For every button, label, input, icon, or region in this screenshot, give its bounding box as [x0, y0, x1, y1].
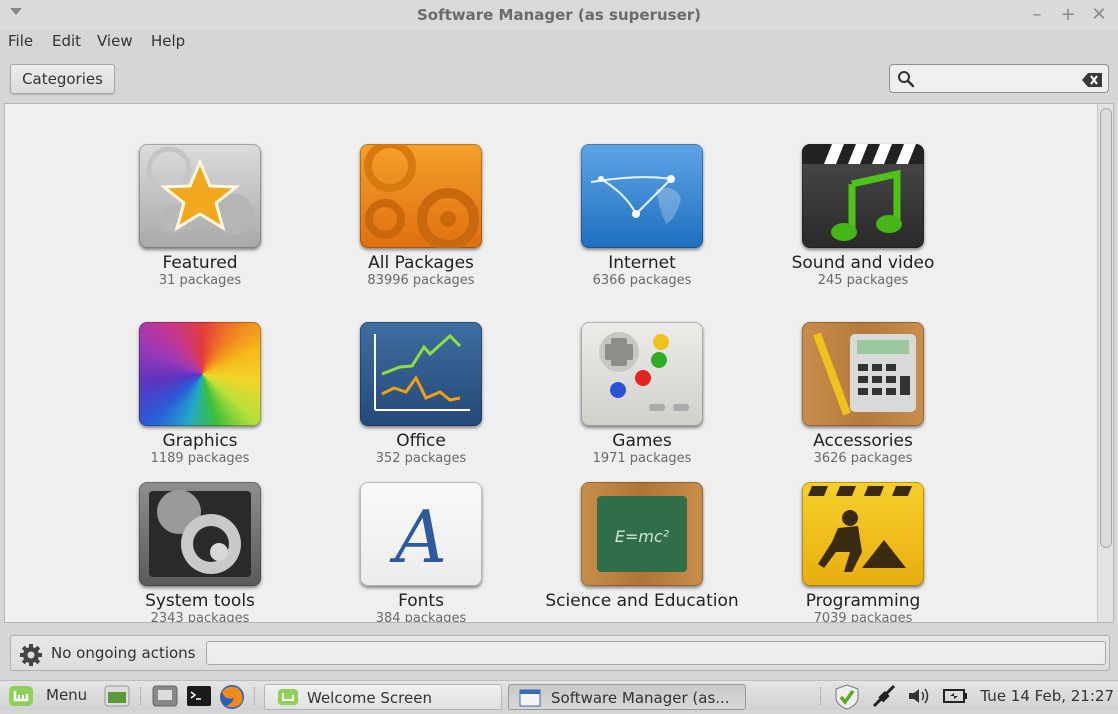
mint-icon	[277, 688, 299, 710]
gamepad-icon	[581, 322, 703, 426]
network-icon[interactable]	[870, 684, 898, 708]
mint-menu-icon[interactable]	[8, 685, 34, 709]
category-count: 2343 packages	[150, 611, 250, 623]
category-name: Internet	[608, 253, 676, 273]
category-name: System tools	[145, 591, 255, 611]
system-gear-icon	[139, 482, 261, 586]
volume-icon[interactable]	[906, 684, 932, 708]
menu-view[interactable]: View	[97, 32, 133, 50]
category-name: All Packages	[368, 253, 474, 273]
menu-edit[interactable]: Edit	[52, 32, 81, 50]
vertical-scrollbar[interactable]	[1097, 104, 1113, 622]
category-accessories[interactable]: Accessories 3626 packages	[763, 322, 963, 466]
category-name: Office	[396, 431, 446, 451]
status-label: No ongoing actions	[51, 644, 196, 662]
menu-help[interactable]: Help	[151, 32, 185, 50]
star-icon	[139, 144, 261, 248]
calculator-pencil-icon	[802, 322, 924, 426]
category-internet[interactable]: Internet 6366 packages	[542, 144, 742, 288]
maximize-button[interactable]: +	[1057, 4, 1079, 26]
category-count: 1971 packages	[592, 451, 692, 466]
separator	[140, 687, 142, 705]
window-icon	[519, 689, 541, 711]
search-box[interactable]	[889, 64, 1109, 93]
category-name: Accessories	[813, 431, 913, 451]
task-software-manager[interactable]: Software Manager (as...	[508, 684, 746, 710]
chalkboard-icon: E=mc²	[581, 482, 703, 586]
color-wheel-icon	[139, 322, 261, 426]
taskbar: Menu Welcome Screen Software Manager (as…	[0, 680, 1118, 710]
search-input[interactable]	[920, 68, 1070, 89]
menu-file[interactable]: File	[8, 32, 33, 50]
category-count: 245 packages	[817, 273, 909, 288]
category-office[interactable]: Office 352 packages	[321, 322, 521, 466]
progress-bar	[206, 641, 1106, 665]
task-label: Software Manager (as...	[551, 689, 730, 707]
category-sound-and-video[interactable]: Sound and video 245 packages	[763, 144, 963, 288]
category-name: Featured	[162, 253, 238, 273]
menu-button[interactable]: Menu	[46, 686, 87, 704]
gear-icon	[19, 643, 43, 671]
category-featured[interactable]: Featured 31 packages	[100, 144, 300, 288]
category-name: Games	[612, 431, 672, 451]
close-button[interactable]: ✕	[1088, 4, 1110, 26]
category-count: 6366 packages	[592, 273, 692, 288]
category-games[interactable]: Games 1971 packages	[542, 322, 742, 466]
category-count: 3626 packages	[813, 451, 913, 466]
show-desktop-icon[interactable]	[104, 684, 130, 708]
scrollbar-thumb[interactable]	[1100, 108, 1112, 548]
worker-sign-icon	[802, 482, 924, 586]
categories-button[interactable]: Categories	[10, 64, 115, 94]
line-chart-icon	[360, 322, 482, 426]
status-bar: No ongoing actions	[10, 635, 1110, 671]
category-graphics[interactable]: Graphics 1189 packages	[100, 322, 300, 466]
svg-text:E=mc²: E=mc²	[615, 527, 670, 546]
separator	[820, 687, 822, 705]
window-title: Software Manager (as superuser)	[416, 6, 702, 24]
terminal-icon[interactable]	[186, 684, 212, 708]
minimize-button[interactable]: –	[1026, 4, 1048, 26]
svg-text:A: A	[389, 495, 447, 579]
category-count: 352 packages	[375, 451, 467, 466]
globe-network-icon	[581, 144, 703, 248]
font-a-icon: A	[360, 482, 482, 586]
task-label: Welcome Screen	[307, 689, 432, 707]
task-welcome-screen[interactable]: Welcome Screen	[264, 684, 502, 710]
categories-view: Featured 31 packages All Packages 83996 …	[4, 103, 1114, 623]
menubar: File Edit View Help	[0, 30, 1118, 54]
category-count: 1189 packages	[150, 451, 250, 466]
category-count: 384 packages	[375, 611, 467, 623]
category-name: Fonts	[398, 591, 444, 611]
clear-search-icon[interactable]	[1082, 72, 1102, 91]
category-count: 7039 packages	[813, 611, 913, 623]
update-manager-shield-icon[interactable]	[834, 684, 860, 710]
music-clapper-icon	[802, 144, 924, 248]
category-count: 83996 packages	[367, 273, 475, 288]
firefox-icon[interactable]	[218, 684, 246, 709]
category-all-packages[interactable]: All Packages 83996 packages	[321, 144, 521, 288]
gears-icon	[360, 144, 482, 248]
category-system-tools[interactable]: System tools 2343 packages	[100, 482, 300, 623]
category-fonts[interactable]: A Fonts 384 packages	[321, 482, 521, 623]
category-name: Science and Education	[545, 591, 739, 611]
category-name: Programming	[805, 591, 921, 611]
window-titlebar: Software Manager (as superuser) – + ✕	[0, 0, 1118, 30]
category-science-and-education[interactable]: E=mc² Science and Education	[542, 482, 742, 611]
category-name: Graphics	[162, 431, 238, 451]
battery-icon[interactable]	[942, 684, 970, 708]
search-icon	[897, 70, 915, 92]
file-manager-icon[interactable]	[152, 684, 178, 708]
category-count: 31 packages	[158, 273, 242, 288]
category-name: Sound and video	[791, 253, 935, 273]
clock[interactable]: Tue 14 Feb, 21:27	[980, 687, 1114, 705]
category-programming[interactable]: Programming 7039 packages	[763, 482, 963, 623]
separator	[254, 687, 256, 705]
